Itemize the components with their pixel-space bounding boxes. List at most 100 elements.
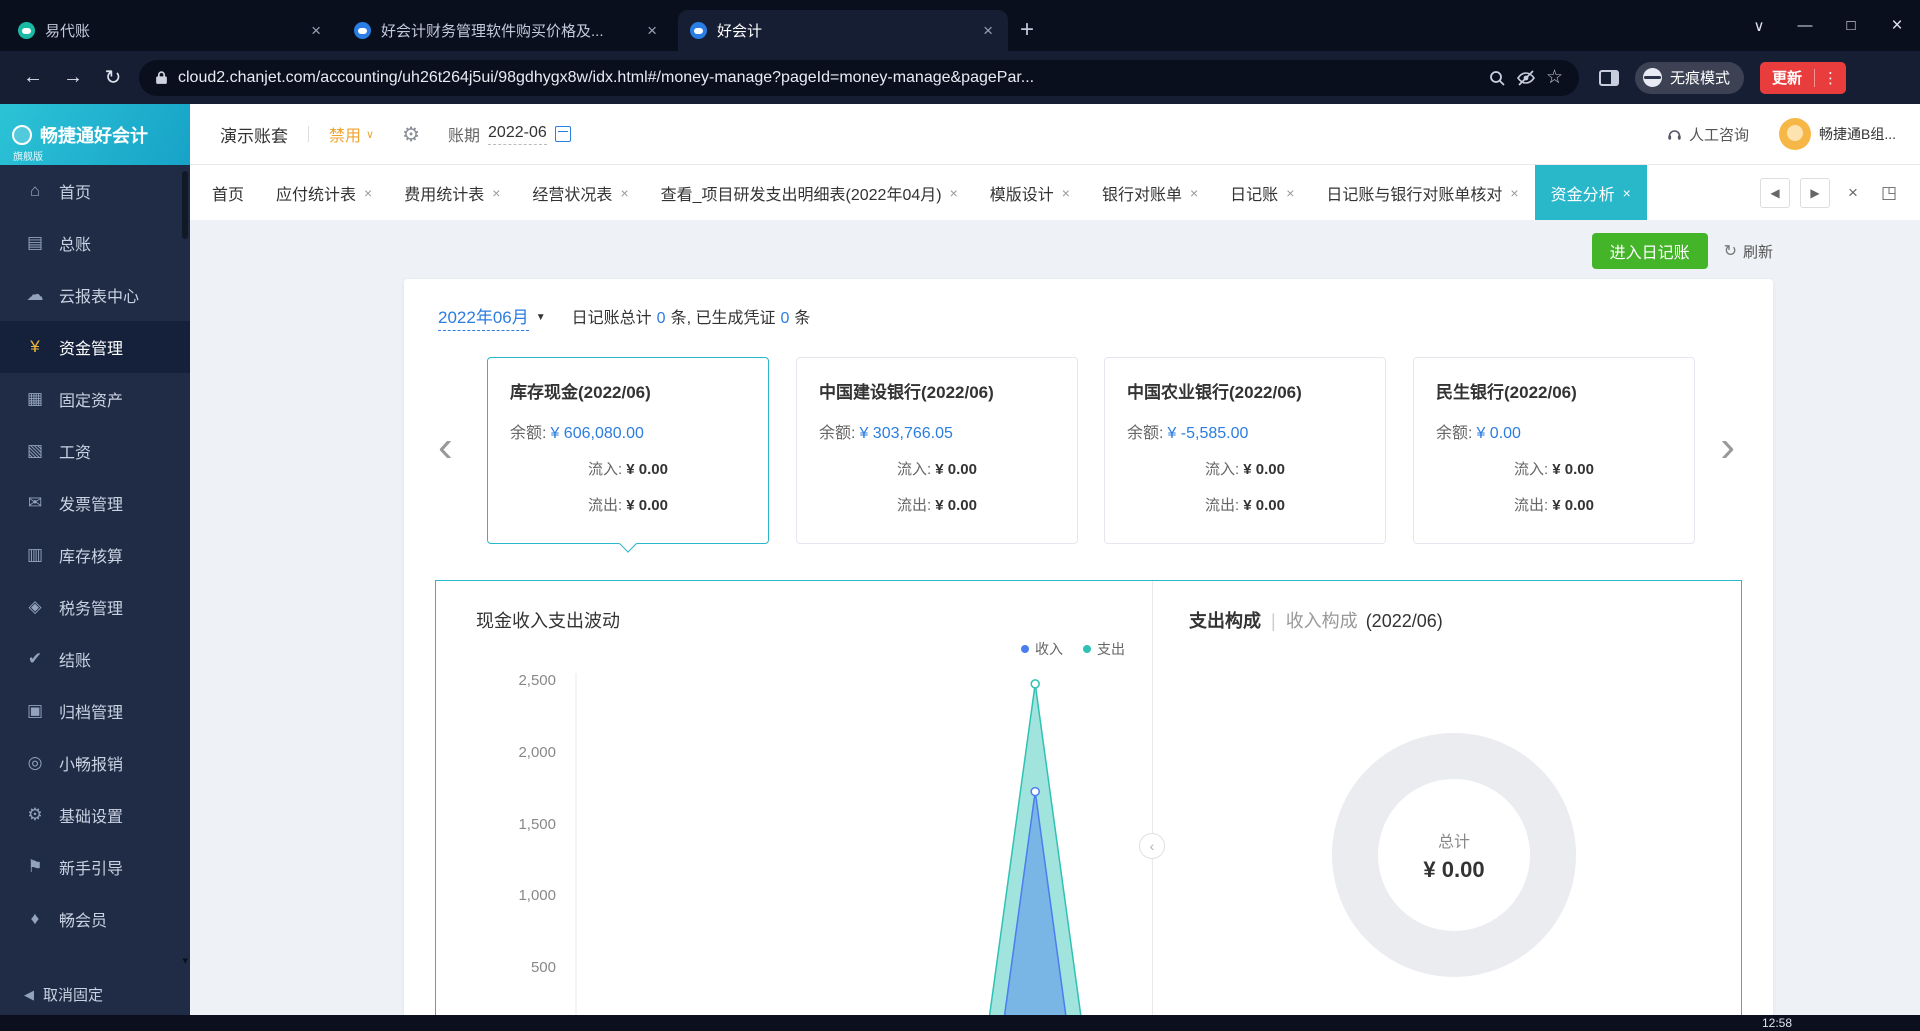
- y-tick: 2,000: [518, 744, 556, 761]
- update-button[interactable]: 更新 ⋮: [1760, 61, 1847, 94]
- tab-journal-bank-check[interactable]: 日记账与银行对账单核对 ×: [1310, 165, 1534, 220]
- sidebar: 畅捷通好会计 旗舰版 ⌂ 首页 ▤ 总账 ☁ 云报表中心 ¥ 资金管理 ▦ 固定…: [0, 104, 190, 1031]
- income-composition-tab[interactable]: 收入构成: [1286, 611, 1358, 631]
- disabled-status-badge[interactable]: 禁用 ∨: [329, 122, 374, 146]
- minimize-button[interactable]: —: [1782, 17, 1828, 34]
- sidebar-item-archive[interactable]: ▣ 归档管理: [0, 685, 190, 737]
- user-avatar[interactable]: [1778, 118, 1811, 150]
- support-button[interactable]: 人工咨询: [1666, 124, 1749, 145]
- sidebar-item-cloud-reports[interactable]: ☁ 云报表中心: [0, 269, 190, 321]
- tab-close-icon[interactable]: ×: [1062, 185, 1070, 201]
- maximize-button[interactable]: □: [1828, 17, 1874, 34]
- browser-tab-yidaizhang[interactable]: 易代账 ×: [6, 10, 336, 51]
- scroll-tabs-left-button[interactable]: ◀: [1760, 177, 1790, 208]
- side-panel-icon[interactable]: [1599, 69, 1619, 86]
- collapse-handle-icon[interactable]: ‹: [1139, 833, 1165, 859]
- browser-tab-pricing[interactable]: 好会计财务管理软件购买价格及... ×: [342, 10, 672, 51]
- month-selector[interactable]: 2022年06月 ▼: [438, 303, 546, 331]
- sidebar-item-tax[interactable]: ◈ 税务管理: [0, 581, 190, 633]
- sidebar-item-home[interactable]: ⌂ 首页: [0, 165, 190, 217]
- reload-button[interactable]: ↻: [93, 65, 133, 90]
- tab-label: 资金分析: [1550, 186, 1615, 204]
- browser-tab-title: 易代账: [45, 23, 91, 40]
- member-icon: ♦: [30, 909, 40, 928]
- tab-close-icon[interactable]: ×: [1190, 185, 1198, 201]
- voucher-count: 0: [780, 310, 790, 327]
- tab-operating-status[interactable]: 经营状况表 ×: [516, 165, 644, 220]
- sidebar-item-invoice[interactable]: ✉ 发票管理: [0, 477, 190, 529]
- y-tick: 1,500: [518, 816, 556, 833]
- tab-close-icon[interactable]: ×: [620, 185, 628, 201]
- tab-close-icon[interactable]: ×: [492, 185, 500, 201]
- tab-journal[interactable]: 日记账 ×: [1214, 165, 1310, 220]
- enter-journal-button[interactable]: 进入日记账: [1591, 233, 1708, 269]
- tab-close-icon[interactable]: ×: [1286, 185, 1294, 201]
- tab-close-icon[interactable]: ×: [364, 185, 372, 201]
- scroll-tabs-right-button[interactable]: ▶: [1800, 177, 1830, 208]
- close-window-button[interactable]: ×: [1874, 15, 1920, 37]
- sidebar-item-closing[interactable]: ✔ 结账: [0, 633, 190, 685]
- search-icon[interactable]: [1488, 69, 1506, 87]
- sidebar-item-fund-management[interactable]: ¥ 资金管理: [0, 321, 190, 373]
- y-tick: 2,500: [518, 672, 556, 689]
- forward-button[interactable]: →: [53, 66, 93, 89]
- sidebar-scroll-down-icon[interactable]: ▾: [182, 954, 188, 967]
- account-card-abc[interactable]: 中国农业银行(2022/06) 余额: ¥ -5,585.00 流入: ¥ 0.00…: [1104, 357, 1386, 544]
- sidebar-item-membership[interactable]: ♦ 畅会员: [0, 893, 190, 945]
- sidebar-item-inventory[interactable]: ▥ 库存核算: [0, 529, 190, 581]
- account-card-cash[interactable]: 库存现金(2022/06) 余额: ¥ 606,080.00 流入: ¥ 0.00 …: [487, 357, 769, 544]
- carousel-next-icon[interactable]: ›: [1720, 422, 1735, 472]
- incognito-badge[interactable]: 无痕模式: [1635, 61, 1745, 94]
- outflow-label: 流出:: [1205, 497, 1240, 514]
- account-title: 民生银行(2022/06): [1436, 383, 1577, 402]
- more-options-icon[interactable]: ⋮: [1815, 69, 1846, 87]
- legend-income[interactable]: 收入: [1021, 639, 1063, 659]
- sidebar-item-reimburse[interactable]: ◎ 小畅报销: [0, 737, 190, 789]
- address-bar[interactable]: cloud2.chanjet.com/accounting/uh26t264j5…: [139, 59, 1579, 96]
- period-value[interactable]: 2022-06: [488, 124, 547, 145]
- sidebar-scrollbar-thumb[interactable]: [182, 171, 188, 239]
- close-all-tabs-button[interactable]: ×: [1840, 183, 1866, 203]
- expense-composition-tab[interactable]: 支出构成: [1189, 611, 1261, 631]
- tab-payable-report[interactable]: 应付统计表 ×: [260, 165, 388, 220]
- eye-off-icon[interactable]: [1516, 69, 1536, 87]
- tab-label: 银行对账单: [1101, 186, 1182, 204]
- url-text[interactable]: cloud2.chanjet.com/accounting/uh26t264j5…: [178, 69, 1478, 87]
- tab-close-icon[interactable]: ×: [950, 185, 958, 201]
- tab-bank-statement[interactable]: 银行对账单 ×: [1086, 165, 1214, 220]
- sidebar-item-general-ledger[interactable]: ▤ 总账: [0, 217, 190, 269]
- legend-expense[interactable]: 支出: [1083, 639, 1125, 659]
- refresh-button[interactable]: ↻ 刷新: [1724, 241, 1773, 262]
- account-card-minsheng[interactable]: 民生银行(2022/06) 余额: ¥ 0.00 流入: ¥ 0.00 流出: ¥ 0…: [1413, 357, 1695, 544]
- tab-close-icon[interactable]: ×: [308, 21, 324, 41]
- sidebar-item-label: 云报表中心: [59, 289, 140, 306]
- tab-close-icon[interactable]: ×: [644, 21, 660, 41]
- month-value: 2022年06月: [438, 303, 529, 331]
- new-tab-button[interactable]: +: [1020, 18, 1034, 42]
- tab-expense-report[interactable]: 费用统计表 ×: [388, 165, 516, 220]
- incognito-icon: [1643, 68, 1662, 87]
- browser-tab-haokuaiji[interactable]: 好会计 ×: [678, 10, 1008, 51]
- account-card-ccb[interactable]: 中国建设银行(2022/06) 余额: ¥ 303,766.05 流入: ¥ 0.0…: [796, 357, 1078, 544]
- user-name[interactable]: 畅捷通B组...: [1819, 124, 1896, 144]
- tab-project-rd-detail[interactable]: 查看_项目研发支出明细表(2022年04月) ×: [645, 165, 974, 220]
- tab-template-design[interactable]: 模版设计 ×: [974, 165, 1086, 220]
- sidebar-item-settings[interactable]: ⚙ 基础设置: [0, 789, 190, 841]
- tab-fund-analysis[interactable]: 资金分析 ×: [1534, 165, 1647, 220]
- tab-home[interactable]: 首页: [190, 165, 260, 220]
- tab-close-icon[interactable]: ×: [1623, 185, 1631, 201]
- unpin-sidebar-button[interactable]: ◀ 取消固定: [24, 984, 103, 1005]
- back-button[interactable]: ←: [13, 66, 53, 89]
- tab-close-icon[interactable]: ×: [980, 21, 996, 41]
- sidebar-item-fixed-assets[interactable]: ▦ 固定资产: [0, 373, 190, 425]
- gear-icon[interactable]: ⚙: [402, 122, 420, 147]
- bookmark-star-icon[interactable]: ☆: [1546, 66, 1563, 89]
- fullscreen-icon[interactable]: ◳: [1876, 183, 1902, 203]
- tab-list-chevron-icon[interactable]: ∨: [1736, 17, 1782, 35]
- tab-close-icon[interactable]: ×: [1510, 185, 1518, 201]
- sidebar-item-guide[interactable]: ⚑ 新手引导: [0, 841, 190, 893]
- sidebar-item-payroll[interactable]: ▧ 工资: [0, 425, 190, 477]
- account-set-name[interactable]: 演示账套: [220, 122, 288, 147]
- calendar-icon[interactable]: [554, 126, 571, 142]
- carousel-prev-icon[interactable]: ‹: [438, 422, 453, 472]
